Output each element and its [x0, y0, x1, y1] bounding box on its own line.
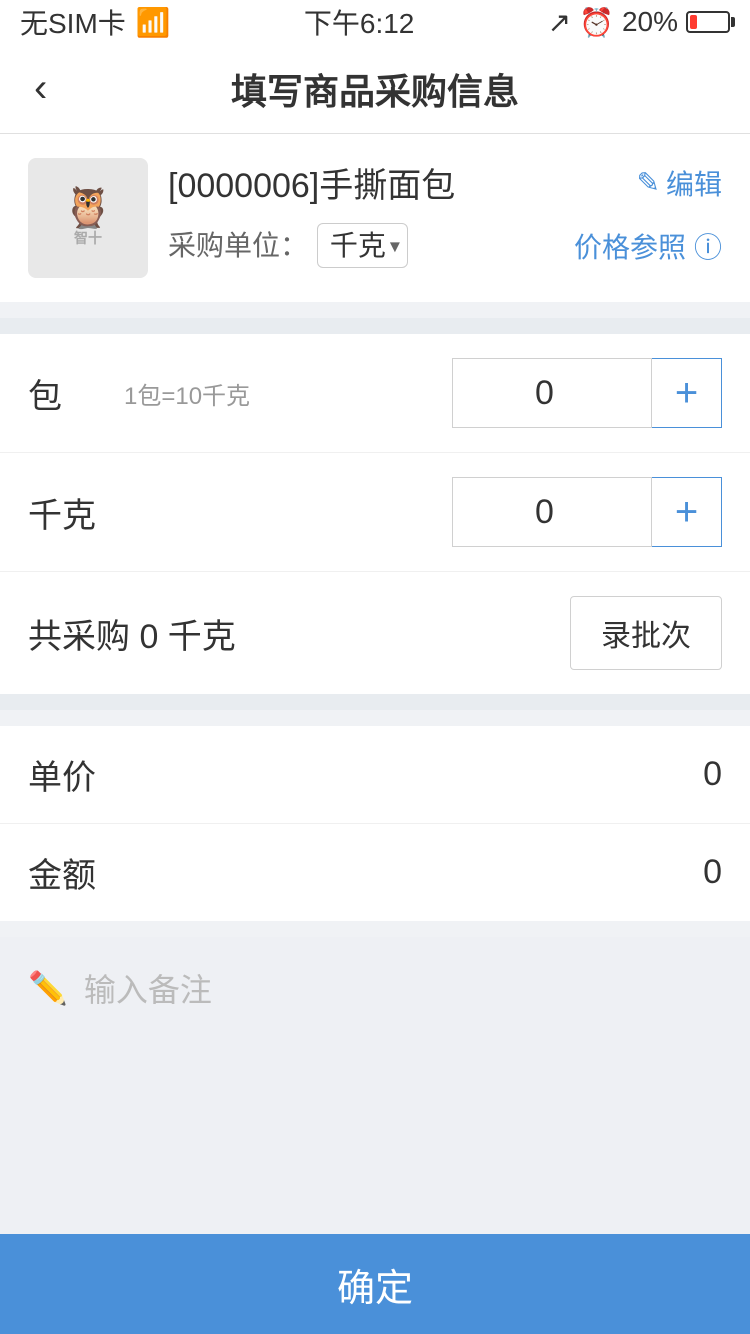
help-icon: ⓘ [694, 226, 722, 266]
bag-input-row: 包 1包=10千克 + [0, 334, 750, 453]
unit-prefix: 采购单位： [168, 230, 308, 261]
back-button[interactable]: ‹ [24, 56, 57, 121]
location-icon: ↗ [548, 6, 571, 39]
kg-plus-button[interactable]: + [652, 477, 722, 547]
amount-value: 0 [703, 853, 722, 892]
bag-input[interactable] [452, 358, 652, 428]
status-time: 下午6:12 [304, 2, 415, 42]
carrier-text: 无SIM卡 [20, 2, 126, 42]
kg-input[interactable] [452, 477, 652, 547]
edit-button[interactable]: ✎ 编辑 [637, 163, 722, 203]
pencil-icon: ✏️ [28, 969, 68, 1007]
page-title: 填写商品采购信息 [231, 63, 519, 115]
unit-price-row: 单价 0 [0, 726, 750, 824]
back-icon: ‹ [34, 66, 47, 110]
bag-input-control: + [452, 358, 722, 428]
product-name: [0000006]手撕面包 [168, 158, 455, 207]
status-bar: 无SIM卡 📶 下午6:12 ↗ ⏰ 20% [0, 0, 750, 44]
remark-section[interactable]: ✏️ 输入备注 [0, 937, 750, 1039]
product-section: 🦉 智十 [0000006]手撕面包 ✎ 编辑 采购单位： 千克 [0, 134, 750, 302]
confirm-button[interactable]: 确定 [337, 1257, 413, 1312]
status-left: 无SIM卡 📶 [20, 2, 171, 42]
brand-text: 智十 [74, 228, 102, 248]
unit-price-label: 单价 [28, 750, 96, 799]
amount-label: 金额 [28, 848, 96, 897]
divider-1 [0, 318, 750, 334]
kg-label: 千克 [28, 488, 108, 537]
battery-icon [686, 11, 730, 33]
total-text: 共采购 0 千克 [28, 609, 236, 658]
battery-percent: 20% [622, 6, 678, 38]
alarm-icon: ⏰ [579, 6, 614, 39]
unit-select[interactable]: 千克 [317, 223, 408, 268]
input-section: 包 1包=10千克 + 千克 + 共采购 0 千克 录批次 [0, 334, 750, 694]
edit-label: 编辑 [666, 163, 722, 203]
owl-icon: 🦉 [63, 188, 113, 228]
total-row: 共采购 0 千克 录批次 [0, 572, 750, 694]
bag-plus-button[interactable]: + [652, 358, 722, 428]
remark-placeholder: 输入备注 [84, 965, 212, 1011]
price-info-section: 单价 0 金额 0 [0, 726, 750, 921]
amount-row: 金额 0 [0, 824, 750, 921]
price-ref-label: 价格参照 [574, 226, 686, 266]
bag-sub-label: 1包=10千克 [124, 376, 436, 411]
divider-2 [0, 694, 750, 710]
edit-icon: ✎ [637, 166, 660, 199]
kg-input-row: 千克 + [0, 453, 750, 572]
unit-price-value: 0 [703, 755, 722, 794]
empty-space [0, 1039, 750, 1239]
batch-button[interactable]: 录批次 [570, 596, 722, 670]
confirm-bar[interactable]: 确定 [0, 1234, 750, 1334]
product-image: 🦉 智十 [28, 158, 148, 278]
nav-bar: ‹ 填写商品采购信息 [0, 44, 750, 134]
status-right: ↗ ⏰ 20% [548, 6, 730, 39]
wifi-icon: 📶 [136, 6, 171, 39]
kg-input-control: + [452, 477, 722, 547]
bag-label: 包 [28, 369, 108, 418]
product-details: [0000006]手撕面包 ✎ 编辑 采购单位： 千克 价格参照 [168, 158, 722, 268]
price-ref-button[interactable]: 价格参照 ⓘ [574, 226, 722, 266]
